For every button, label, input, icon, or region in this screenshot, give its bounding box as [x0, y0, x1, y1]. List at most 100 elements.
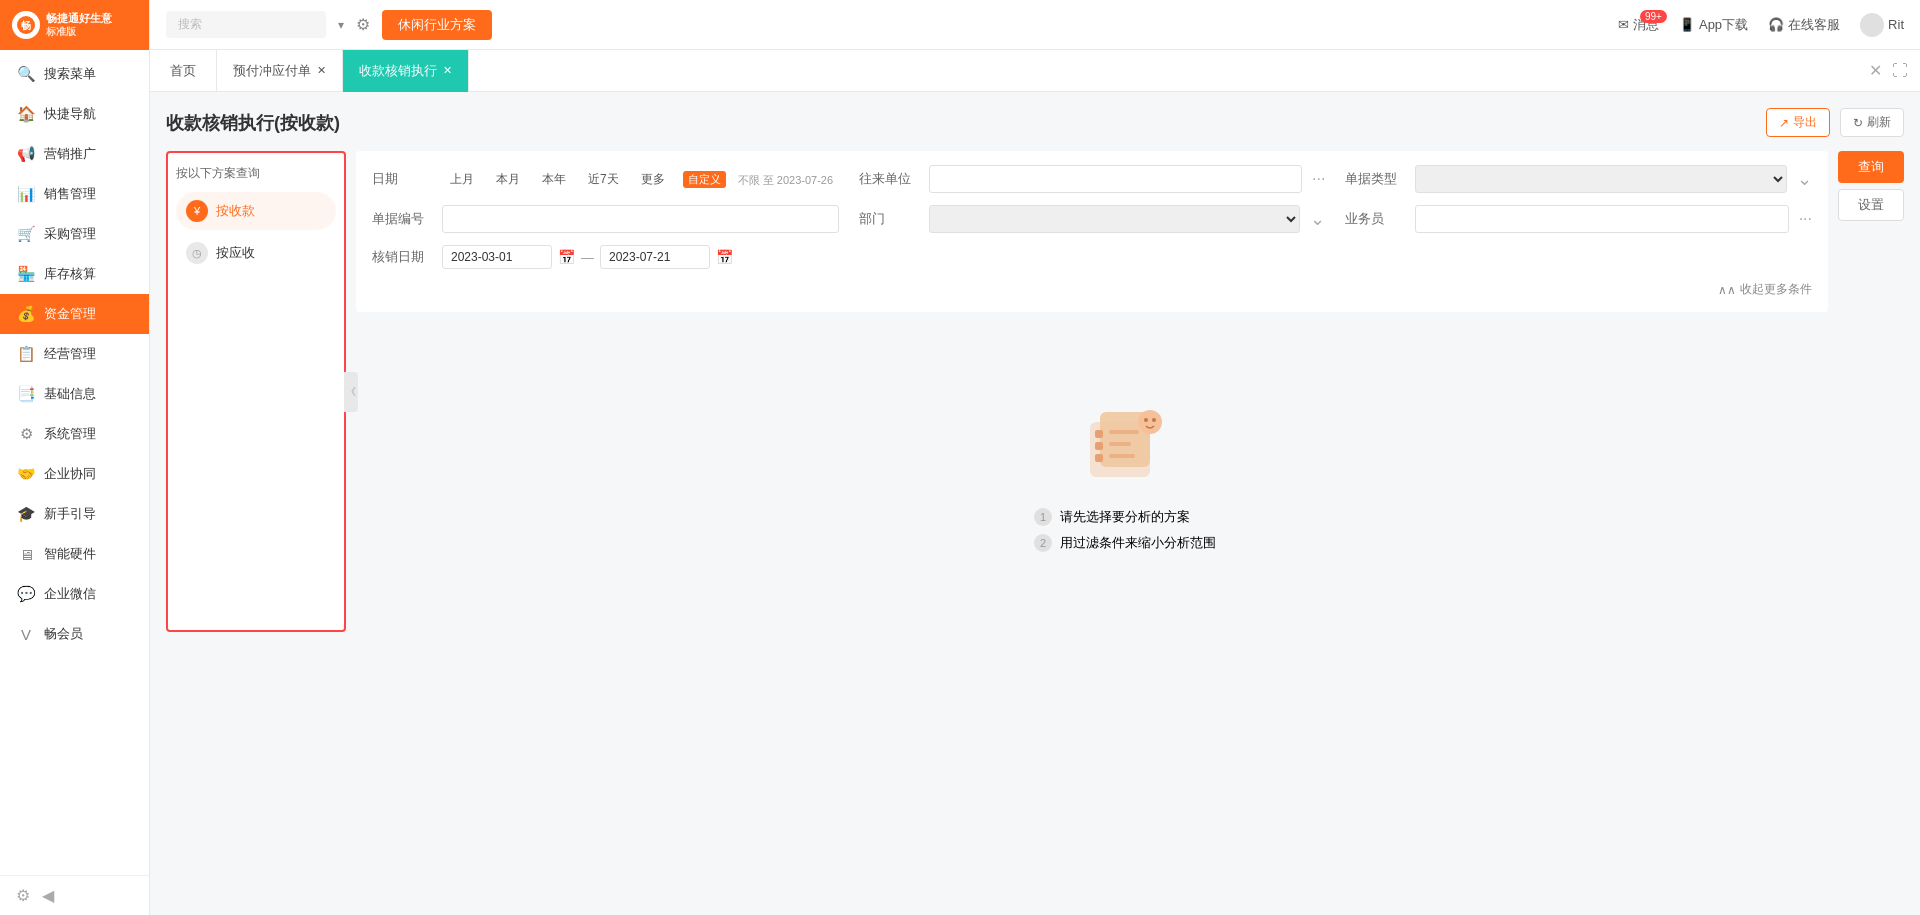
- sidebar-item-system[interactable]: ⚙ 系统管理: [0, 414, 149, 454]
- sidebar-item-operations[interactable]: 📋 经营管理: [0, 334, 149, 374]
- sidebar-item-sales[interactable]: 📊 销售管理: [0, 174, 149, 214]
- app-logo: 畅 畅捷通好生意 标准版: [0, 0, 149, 50]
- staff-more-icon[interactable]: ···: [1799, 210, 1812, 228]
- date-btn-last-month[interactable]: 上月: [442, 168, 482, 191]
- hint-text-2: 用过滤条件来缩小分析范围: [1060, 534, 1216, 552]
- verify-date-end-calendar-icon[interactable]: 📅: [716, 249, 733, 265]
- verify-date-start-calendar-icon[interactable]: 📅: [558, 249, 575, 265]
- sidebar-item-vip[interactable]: V 畅会员: [0, 614, 149, 654]
- refresh-button[interactable]: ↻ 刷新: [1840, 108, 1904, 137]
- tabbar-actions: ✕ ⛶: [1857, 61, 1920, 80]
- date-range-dash: —: [581, 250, 594, 265]
- filter-option-by-receipt[interactable]: ¥ 按收款: [176, 192, 336, 230]
- tab-prepay-close[interactable]: ✕: [317, 64, 326, 77]
- dept-dropdown-icon[interactable]: ⌄: [1310, 208, 1325, 230]
- tab-verify[interactable]: 收款核销执行 ✕: [343, 50, 469, 92]
- sidebar-item-label: 新手引导: [44, 505, 96, 523]
- filter-option-by-receivable[interactable]: ◷ 按应收: [176, 234, 336, 272]
- topbar-right: ✉ 消息 99+ 📱 App下载 🎧 在线客服 Rit: [1618, 13, 1904, 37]
- enterprise-icon: 🤝: [16, 464, 36, 484]
- date-unlimited-text: 不限 至 2023-07-26: [738, 173, 833, 188]
- sidebar-item-label: 销售管理: [44, 185, 96, 203]
- settings-bottom-icon[interactable]: ⚙: [16, 886, 30, 905]
- home-icon: 🏠: [16, 104, 36, 124]
- app-name: 畅捷通好生意: [46, 11, 112, 25]
- message-button[interactable]: ✉ 消息 99+: [1618, 16, 1659, 34]
- sidebar-item-marketing[interactable]: 📢 营销推广: [0, 134, 149, 174]
- sidebar-item-guide[interactable]: 🎓 新手引导: [0, 494, 149, 534]
- svg-rect-9: [1109, 454, 1135, 458]
- tab-verify-close[interactable]: ✕: [443, 64, 452, 77]
- close-tab-icon[interactable]: ✕: [1869, 61, 1882, 80]
- sidebar-item-wechat[interactable]: 💬 企业微信: [0, 574, 149, 614]
- empty-hint-2: 2 用过滤条件来缩小分析范围: [1034, 534, 1216, 552]
- partner-field-group: ···: [929, 165, 1326, 193]
- svg-point-10: [1138, 410, 1162, 434]
- doctype-select[interactable]: [1415, 165, 1787, 193]
- message-badge: 99+: [1640, 10, 1667, 23]
- filter-sidebar-collapse-btn[interactable]: 《: [344, 372, 358, 412]
- tab-home-label: 首页: [170, 62, 196, 80]
- solution-button[interactable]: 休闲行业方案: [382, 10, 492, 40]
- verify-date-start-input[interactable]: [442, 245, 552, 269]
- svg-text:畅: 畅: [21, 20, 31, 31]
- sidebar-item-hardware[interactable]: 🖥 智能硬件: [0, 534, 149, 574]
- topbar-dropdown-icon[interactable]: ▾: [338, 18, 344, 32]
- tab-prepay-label: 预付冲应付单: [233, 62, 311, 80]
- verify-date-end-input[interactable]: [600, 245, 710, 269]
- tab-prepay[interactable]: 预付冲应付单 ✕: [217, 50, 343, 92]
- tab-home[interactable]: 首页: [150, 50, 217, 92]
- svg-rect-7: [1109, 442, 1131, 446]
- date-btn-more[interactable]: 更多: [633, 168, 673, 191]
- app-download-button[interactable]: 📱 App下载: [1679, 16, 1748, 34]
- query-button[interactable]: 查询: [1838, 151, 1904, 183]
- date-btn-this-month[interactable]: 本月: [488, 168, 528, 191]
- svg-point-12: [1152, 418, 1156, 422]
- dept-select[interactable]: [929, 205, 1301, 233]
- doctype-label: 单据类型: [1345, 170, 1415, 188]
- staff-input[interactable]: [1415, 205, 1788, 233]
- expand-tab-icon[interactable]: ⛶: [1892, 62, 1908, 80]
- topbar-search[interactable]: 搜索: [166, 11, 326, 38]
- inventory-icon: 🏪: [16, 264, 36, 284]
- basic-info-icon: 📑: [16, 384, 36, 404]
- docno-input[interactable]: [442, 205, 839, 233]
- tab-verify-label: 收款核销执行: [359, 62, 437, 80]
- app-icon: 📱: [1679, 17, 1695, 32]
- hint-num-2: 2: [1034, 534, 1052, 552]
- export-icon: ↗: [1779, 116, 1789, 130]
- verify-date-range: 📅 — 📅: [442, 245, 733, 269]
- sidebar-bottom: ⚙ ◀: [0, 875, 149, 915]
- partner-input[interactable]: [929, 165, 1302, 193]
- export-button[interactable]: ↗ 导出: [1766, 108, 1830, 137]
- date-btn-this-year[interactable]: 本年: [534, 168, 574, 191]
- sidebar-menu: 🔍 搜索菜单 🏠 快捷导航 📢 营销推广 📊 销售管理 🛒 采购管理 🏪 库存核…: [0, 50, 149, 875]
- sidebar-item-quick-nav[interactable]: 🏠 快捷导航: [0, 94, 149, 134]
- date-quick-select: 上月 本月 本年 近7天 更多 自定义 不限 至 2023-07-26: [442, 168, 833, 191]
- topbar-gear-icon[interactable]: ⚙: [356, 15, 370, 34]
- sidebar-item-purchase[interactable]: 🛒 采购管理: [0, 214, 149, 254]
- sales-icon: 📊: [16, 184, 36, 204]
- sidebar-item-enterprise[interactable]: 🤝 企业协同: [0, 454, 149, 494]
- sidebar-item-inventory[interactable]: 🏪 库存核算: [0, 254, 149, 294]
- topbar: 搜索 ▾ ⚙ 休闲行业方案 ✉ 消息 99+ 📱 App下载 🎧 在线客服 Ri…: [150, 0, 1920, 50]
- doctype-dropdown-icon[interactable]: ⌄: [1797, 168, 1812, 190]
- filter-option-receipt-label: 按收款: [216, 202, 255, 220]
- date-btn-7days[interactable]: 近7天: [580, 168, 627, 191]
- system-icon: ⚙: [16, 424, 36, 444]
- online-service-button[interactable]: 🎧 在线客服: [1768, 16, 1840, 34]
- sidebar-item-search[interactable]: 🔍 搜索菜单: [0, 54, 149, 94]
- date-label: 日期: [372, 170, 442, 188]
- filter-main: 日期 上月 本月 本年 近7天 更多 自定义: [356, 151, 1828, 312]
- logo-icon: 畅: [12, 11, 40, 39]
- partner-more-icon[interactable]: ···: [1312, 170, 1325, 188]
- collapse-sidebar-icon[interactable]: ◀: [42, 886, 54, 905]
- sidebar-item-basic-info[interactable]: 📑 基础信息: [0, 374, 149, 414]
- content-area: 收款核销执行(按收款) ↗ 导出 ↻ 刷新 按以下方案查询: [150, 92, 1920, 915]
- sidebar-item-finance[interactable]: 💰 资金管理: [0, 294, 149, 334]
- date-custom-tag[interactable]: 自定义: [683, 171, 726, 188]
- filter-row-3: 核销日期 📅 — 📅: [372, 245, 1812, 269]
- settings-button[interactable]: 设置: [1838, 189, 1904, 221]
- collapse-more-btn[interactable]: ∧∧ 收起更多条件: [372, 281, 1812, 298]
- receipt-icon: ¥: [186, 200, 208, 222]
